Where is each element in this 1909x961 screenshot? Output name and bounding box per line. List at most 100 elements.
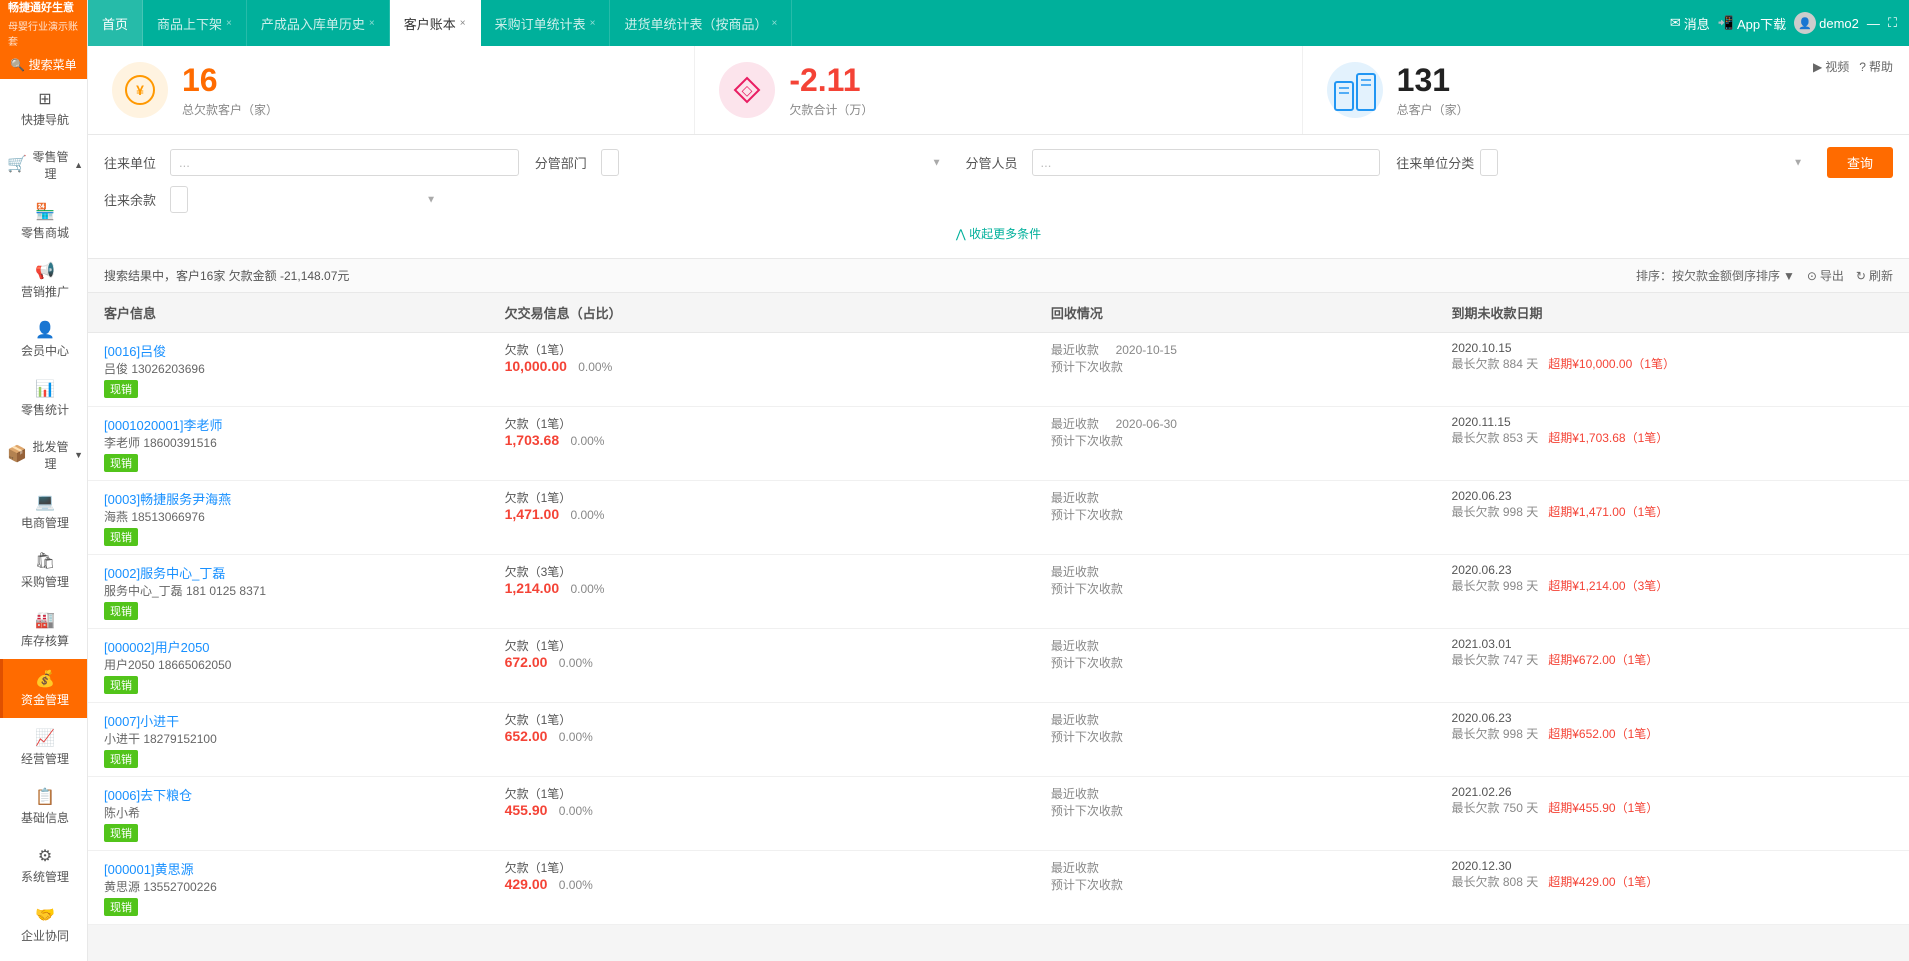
nav-icon: 🤝 [7, 905, 83, 925]
nav-icon: 🛍 [7, 551, 83, 571]
overdue-amount-link[interactable]: 超期¥429.00（1笔） [1548, 875, 1658, 889]
debt-amount[interactable]: 10,000.00 [505, 358, 567, 374]
filter-item-category: 往来单位分类 ▼ [1396, 149, 1811, 176]
video-btn[interactable]: ▶ 视频 [1813, 58, 1849, 75]
filter-input-unit[interactable] [170, 149, 519, 176]
overdue-amount-link[interactable]: 超期¥652.00（1笔） [1548, 727, 1658, 741]
customer-info-cell: [000002]用户2050 用户2050 18665062050 现销 [88, 629, 489, 703]
tab-close-icon[interactable]: × [460, 18, 466, 29]
sidebar: 畅捷通好生意 母婴行业演示账套 🔍 搜索菜单 ⊞ 快捷导航 🛒 零售管理 ▲ 🏪… [0, 0, 88, 961]
customer-info-cell: [000001]黄思源 黄思源 13552700226 现销 [88, 851, 489, 925]
tab-close-icon[interactable]: × [590, 18, 596, 29]
sidebar-item-zijin[interactable]: 💰 资金管理 [0, 659, 87, 718]
col-due: 到期未收款日期 [1436, 293, 1909, 333]
overdue-amount-link[interactable]: 超期¥1,471.00（1笔） [1548, 505, 1668, 519]
overdue-amount-link[interactable]: 超期¥1,703.68（1笔） [1548, 431, 1668, 445]
customer-name-link[interactable]: [000001]黄思源 [104, 859, 473, 878]
tab-purchase-order[interactable]: 采购订单统计表 × [481, 0, 611, 46]
debt-amount[interactable]: 455.90 [505, 802, 548, 818]
sidebar-item-lingshoutj[interactable]: 📊 零售统计 [0, 369, 87, 428]
sidebar-item-jichu[interactable]: 📋 基础信息 [0, 777, 87, 836]
customer-name-link[interactable]: [0002]服务中心_丁磊 [104, 563, 473, 582]
debt-amount[interactable]: 429.00 [505, 876, 548, 892]
sidebar-item-jingying[interactable]: 📈 经营管理 [0, 718, 87, 777]
sidebar-item-kucun[interactable]: 🏭 库存核算 [0, 600, 87, 659]
return-info-cell: 最近收款 预计下次收款 [1035, 851, 1436, 925]
sidebar-item-xitong[interactable]: ⚙ 系统管理 [0, 836, 87, 895]
debt-amount[interactable]: 1,214.00 [505, 580, 560, 596]
collapse-row[interactable]: ⋀ 收起更多条件 [104, 221, 1893, 246]
debt-detail: 1,703.68 0.00% [505, 432, 1019, 448]
customer-phone: 吕俊 13026203696 [104, 362, 205, 376]
minimize-btn[interactable]: — [1867, 16, 1880, 31]
customer-phone: 用户2050 18665062050 [104, 658, 231, 672]
debt-amount[interactable]: 672.00 [505, 654, 548, 670]
dept-select[interactable] [601, 149, 619, 176]
maximize-btn[interactable]: ⛶ [1888, 15, 1897, 31]
nav-icon: 📦 [7, 444, 27, 464]
summary-card-2: ◇ -2.11 欠款合计（万） [695, 46, 1302, 134]
debt-percent: 0.00% [559, 878, 593, 892]
results-bar-right: 排序：按欠款金额倒序排序 ▼ ⊙ 导出 ↻ 刷新 [1636, 267, 1893, 284]
customer-name-link[interactable]: [0003]畅捷服务尹海燕 [104, 489, 473, 508]
export-btn[interactable]: ⊙ 导出 [1807, 267, 1844, 284]
return-info-cell: 最近收款 预计下次收款 [1035, 629, 1436, 703]
refresh-btn[interactable]: ↻ 刷新 [1856, 267, 1893, 284]
filter-row-2: 往来余款 ▼ [104, 186, 1893, 213]
sidebar-item-qiye[interactable]: 🤝 企业协同 [0, 895, 87, 954]
customer-name-link[interactable]: [0006]去下粮仓 [104, 785, 473, 804]
customer-name-link[interactable]: [0016]吕俊 [104, 341, 473, 360]
sidebar-item-pifa[interactable]: 📦 批发管理 ▼ [0, 428, 87, 482]
user-avatar[interactable]: 👤 demo2 [1794, 12, 1859, 34]
sidebar-item-lingshou[interactable]: 🛒 零售管理 ▲ [0, 138, 87, 192]
tab-customer-account[interactable]: 客户账本 × [390, 0, 481, 46]
tab-product-history[interactable]: 产成品入库单历史 × [247, 0, 390, 46]
debt-count: 欠款（1笔） [505, 785, 1019, 802]
overdue-amount-link[interactable]: 超期¥10,000.00（1笔） [1548, 357, 1675, 371]
next-payment: 预计下次收款 [1051, 654, 1420, 671]
filter-input-person[interactable] [1032, 149, 1381, 176]
overdue-amount-link[interactable]: 超期¥1,214.00（3笔） [1548, 579, 1668, 593]
customer-tag: 现销 [104, 898, 138, 916]
customer-name-link[interactable]: [0007]小进干 [104, 711, 473, 730]
summary-label-2: 欠款合计（万） [789, 101, 873, 118]
tab-close-icon[interactable]: × [226, 18, 232, 29]
tab-product-off[interactable]: 商品上下架 × [143, 0, 247, 46]
debt-amount[interactable]: 1,471.00 [505, 506, 560, 522]
balance-select[interactable] [170, 186, 188, 213]
sidebar-item-dianshang[interactable]: 💻 电商管理 [0, 482, 87, 541]
sort-selector[interactable]: 排序：按欠款金额倒序排序 ▼ [1636, 267, 1795, 284]
filter-label-balance: 往来余款 [104, 190, 164, 209]
category-select[interactable] [1480, 149, 1498, 176]
app-download-btn[interactable]: 📲 App下载 [1718, 14, 1786, 33]
search-menu[interactable]: 🔍 搜索菜单 [0, 50, 87, 79]
sidebar-item-huiyuan[interactable]: 👤 会员中心 [0, 310, 87, 369]
sidebar-item-kuaijie[interactable]: ⊞ 快捷导航 [0, 79, 87, 138]
tab-close-icon[interactable]: × [369, 18, 375, 29]
tab-close-icon[interactable]: × [771, 18, 777, 29]
debt-amount[interactable]: 652.00 [505, 728, 548, 744]
sidebar-item-lingshangcheng[interactable]: 🏪 零售商城 [0, 192, 87, 251]
tab-goods-stat[interactable]: 进货单统计表（按商品） × [610, 0, 792, 46]
sidebar-item-xinshou[interactable]: 🎯 新手引导 [0, 954, 87, 961]
customer-name-link[interactable]: [0001020001]李老师 [104, 415, 473, 434]
message-btn[interactable]: ✉ 消息 [1670, 14, 1710, 33]
overdue-amount-link[interactable]: 超期¥455.90（1笔） [1548, 801, 1658, 815]
debt-amount[interactable]: 1,703.68 [505, 432, 560, 448]
help-btn[interactable]: ? 帮助 [1859, 58, 1893, 75]
overdue-amount-link[interactable]: 超期¥672.00（1笔） [1548, 653, 1658, 667]
customer-phone: 小进干 18279152100 [104, 732, 217, 746]
sidebar-item-caigou[interactable]: 🛍 采购管理 [0, 541, 87, 600]
chevron-down-icon-3: ▼ [426, 194, 436, 205]
debt-detail: 652.00 0.00% [505, 728, 1019, 744]
customer-name-link[interactable]: [000002]用户2050 [104, 637, 473, 656]
sidebar-item-yingxiao[interactable]: 📢 营销推广 [0, 251, 87, 310]
tab-home[interactable]: 首页 [88, 0, 143, 46]
table-row: [000001]黄思源 黄思源 13552700226 现销 欠款（1笔） 42… [88, 851, 1909, 925]
due-date: 2020.12.30 [1452, 859, 1893, 873]
due-date-cell: 2021.03.01 最长欠款 747 天 超期¥672.00（1笔） [1436, 629, 1909, 703]
customer-tag: 现销 [104, 750, 138, 768]
debt-percent: 0.00% [570, 434, 604, 448]
debt-count: 欠款（1笔） [505, 489, 1019, 506]
search-button[interactable]: 查询 [1827, 147, 1893, 178]
